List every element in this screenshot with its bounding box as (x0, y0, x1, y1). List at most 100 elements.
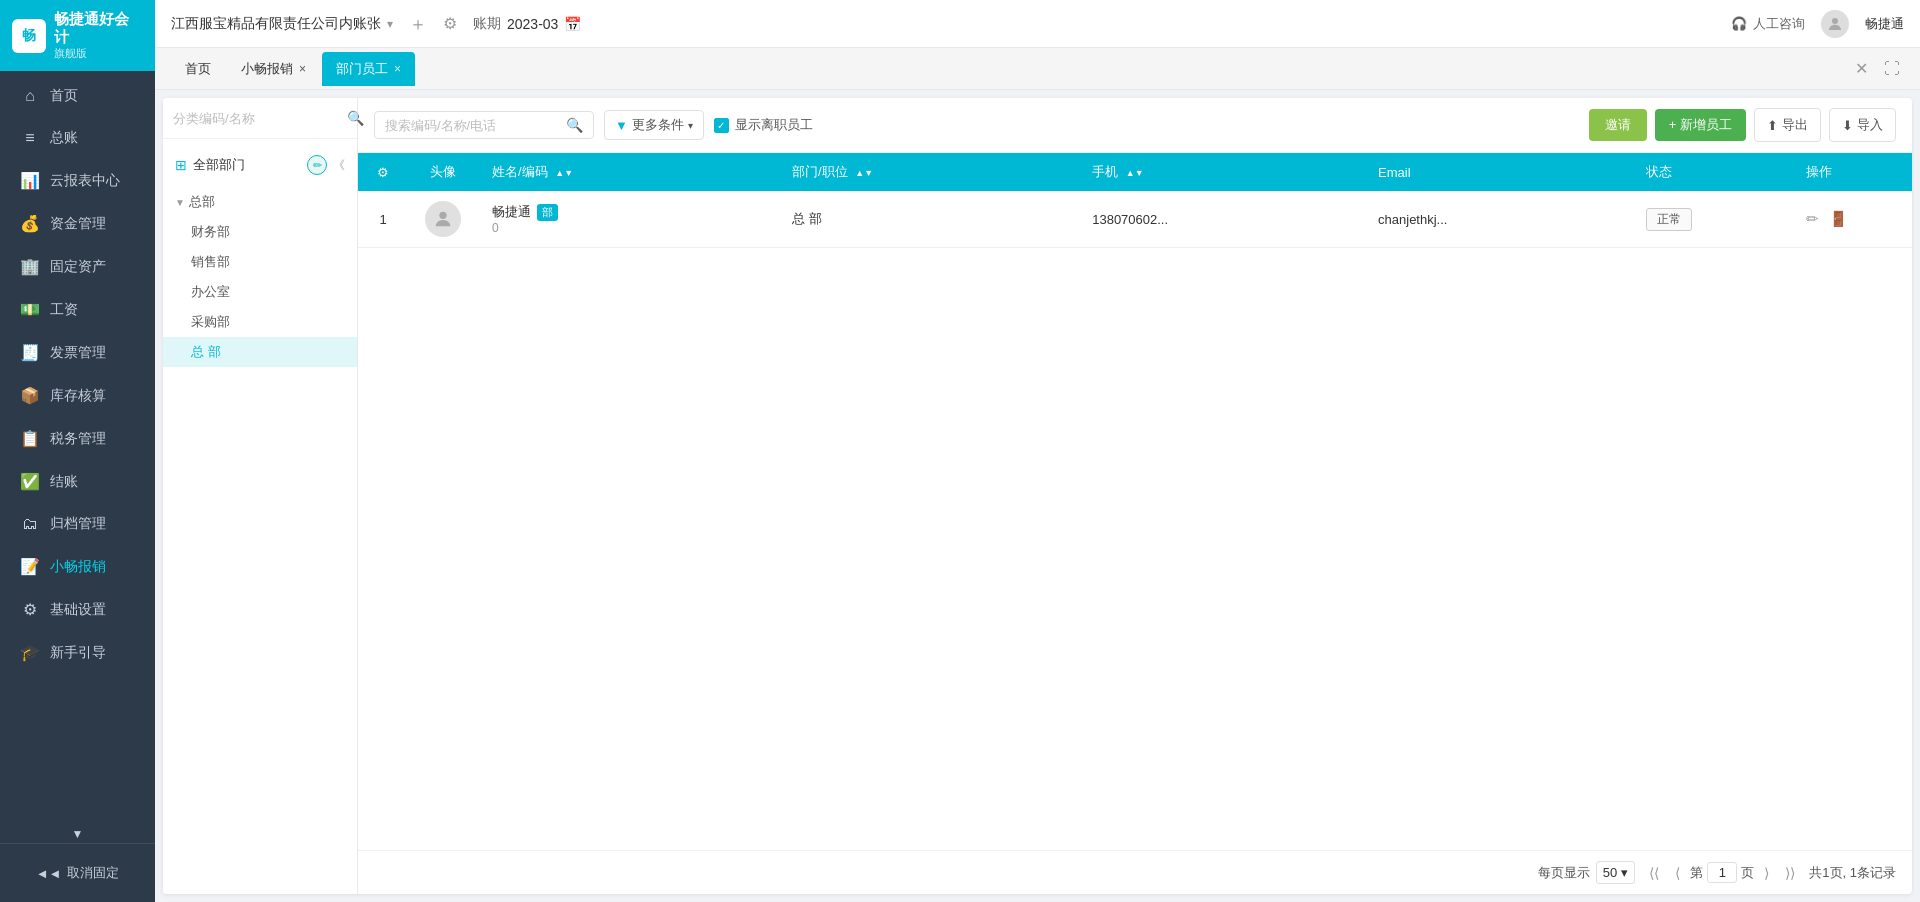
topbar-right: 🎧 人工咨询 畅捷通 (1731, 10, 1904, 38)
row-avatar-cell (408, 191, 478, 248)
add-employee-button[interactable]: + 新增员工 (1655, 109, 1746, 141)
sidebar-item-invoice[interactable]: 🧾 发票管理 (0, 331, 155, 374)
svg-point-0 (1832, 18, 1838, 24)
tab-home-label: 首页 (185, 60, 211, 78)
show-resigned-checkbox[interactable]: ✓ (714, 118, 729, 133)
sidebar-nav: ⌂ 首页 ≡ 总账 📊 云报表中心 💰 资金管理 🏢 固定资产 💵 工资 🧾 发… (0, 71, 155, 825)
scroll-indicator: ▼ (0, 825, 155, 843)
headset-icon: 🎧 (1731, 16, 1747, 31)
calendar-icon[interactable]: 📅 (564, 16, 581, 32)
dept-item-purchase[interactable]: 采购部 (163, 307, 357, 337)
sort-dept-icon[interactable]: ▲▼ (855, 169, 873, 178)
sidebar-item-checkout[interactable]: ✅ 结账 (0, 460, 155, 503)
close-window-button[interactable]: ✕ (1851, 55, 1872, 82)
add-tab-button[interactable]: ＋ (405, 12, 431, 36)
scroll-down-arrow[interactable]: ▼ (72, 827, 84, 841)
status-badge: 正常 (1646, 208, 1692, 231)
filter-arrow: ▾ (688, 120, 693, 131)
tab-employee-close[interactable]: × (394, 62, 401, 76)
inventory-icon: 📦 (20, 386, 40, 405)
dept-item-sales[interactable]: 销售部 (163, 247, 357, 277)
page-size-dropdown[interactable]: 50 ▾ (1596, 861, 1635, 884)
show-resigned-wrap[interactable]: ✓ 显示离职员工 (714, 116, 813, 134)
cancel-pin-button[interactable]: ◄◄ 取消固定 (0, 854, 155, 892)
topbar-settings-icon[interactable]: ⚙ (443, 14, 457, 33)
pagination-controls: ⟨⟨ ⟨ 第 1 页 ⟩ ⟩⟩ (1643, 862, 1801, 883)
import-button[interactable]: ⬇ 导入 (1829, 108, 1896, 142)
dept-tree: ⊞ 全部部门 ✏ 《 ▼ 总部 财务部 销售部 办公室 采购部 总 部 (163, 139, 357, 894)
sidebar-item-settings[interactable]: ⚙ 基础设置 (0, 588, 155, 631)
logo-text-wrap: 畅捷通好会计 旗舰版 (54, 10, 143, 61)
col-name-label: 姓名/编码 (492, 164, 548, 179)
guide-icon: 🎓 (20, 643, 40, 662)
current-page-input[interactable]: 1 (1707, 862, 1737, 883)
edit-employee-button[interactable]: ✏ (1806, 210, 1819, 228)
row-email: chanjethkj... (1364, 191, 1632, 248)
sidebar-item-reports[interactable]: 📊 云报表中心 (0, 159, 155, 202)
sidebar-item-guide[interactable]: 🎓 新手引导 (0, 631, 155, 674)
sidebar-item-home[interactable]: ⌂ 首页 (0, 75, 155, 117)
sidebar-item-label: 结账 (50, 473, 78, 491)
sidebar-item-archive[interactable]: 🗂 归档管理 (0, 503, 155, 545)
sidebar-item-xiaochang[interactable]: 📝 小畅报销 (0, 545, 155, 588)
human-service-button[interactable]: 🎧 人工咨询 (1731, 15, 1805, 33)
tab-home[interactable]: 首页 (171, 52, 225, 86)
last-page-button[interactable]: ⟩⟩ (1779, 863, 1801, 883)
row-index: 1 (358, 191, 408, 248)
col-dept[interactable]: 部门/职位 ▲▼ (778, 153, 1078, 191)
first-page-button[interactable]: ⟨⟨ (1643, 863, 1665, 883)
prev-page-button[interactable]: ⟨ (1669, 863, 1686, 883)
page-suffix: 页 (1741, 864, 1754, 882)
col-action-label: 操作 (1806, 164, 1832, 179)
tab-xiaochang[interactable]: 小畅报销 × (227, 52, 320, 86)
emp-dept-badge: 部 (537, 204, 558, 221)
sidebar-item-tax[interactable]: 📋 税务管理 (0, 417, 155, 460)
sidebar-item-assets[interactable]: 🏢 固定资产 (0, 245, 155, 288)
employee-avatar (425, 201, 461, 237)
dept-item-finance[interactable]: 财务部 (163, 217, 357, 247)
sidebar-logo[interactable]: 畅 畅捷通好会计 旗舰版 (0, 0, 155, 71)
col-phone[interactable]: 手机 ▲▼ (1078, 153, 1364, 191)
dept-collapse-icon[interactable]: 《 (333, 157, 345, 174)
company-dropdown-icon: ▾ (387, 17, 393, 31)
pin-left-arrow: ◄◄ (36, 866, 62, 881)
dept-group-header[interactable]: ▼ 总部 (163, 187, 357, 217)
sort-name-icon[interactable]: ▲▼ (555, 169, 573, 178)
dept-item-office[interactable]: 办公室 (163, 277, 357, 307)
export-button[interactable]: ⬆ 导出 (1754, 108, 1821, 142)
dept-search-input[interactable] (173, 111, 341, 126)
sort-phone-icon[interactable]: ▲▼ (1126, 169, 1144, 178)
company-selector[interactable]: 江西服宝精品有限责任公司内账张 ▾ (171, 15, 393, 33)
sidebar-item-ledger[interactable]: ≡ 总账 (0, 117, 155, 159)
emp-search-input[interactable] (385, 118, 560, 133)
dept-grid-icon: ⊞ (175, 157, 187, 173)
sidebar-item-inventory[interactable]: 📦 库存核算 (0, 374, 155, 417)
next-page-button[interactable]: ⟩ (1758, 863, 1775, 883)
expand-window-button[interactable]: ⛶ (1880, 56, 1904, 82)
row-phone: 138070602... (1078, 191, 1364, 248)
import-icon: ⬇ (1842, 118, 1853, 133)
col-name-code[interactable]: 姓名/编码 ▲▼ (478, 153, 778, 191)
col-settings[interactable]: ⚙ (358, 153, 408, 191)
sidebar-item-capital[interactable]: 💰 资金管理 (0, 202, 155, 245)
tax-icon: 📋 (20, 429, 40, 448)
export-label: 导出 (1782, 116, 1808, 134)
page-size-value: 50 (1603, 865, 1617, 880)
sidebar-item-label: 固定资产 (50, 258, 106, 276)
invite-button[interactable]: 邀请 (1589, 109, 1647, 141)
reports-icon: 📊 (20, 171, 40, 190)
emp-search-icon[interactable]: 🔍 (566, 117, 583, 133)
dept-all-item[interactable]: ⊞ 全部部门 ✏ 《 (163, 147, 357, 183)
col-email: Email (1364, 153, 1632, 191)
sidebar-item-salary[interactable]: 💵 工资 (0, 288, 155, 331)
emp-filter-button[interactable]: ▼ 更多条件 ▾ (604, 110, 704, 140)
tab-employee[interactable]: 部门员工 × (322, 52, 415, 86)
dept-edit-badge[interactable]: ✏ (307, 155, 327, 175)
tab-xiaochang-close[interactable]: × (299, 62, 306, 76)
delete-employee-button[interactable]: 🚪 (1829, 210, 1848, 228)
tab-employee-label: 部门员工 (336, 60, 388, 78)
col-avatar: 头像 (408, 153, 478, 191)
dept-item-general[interactable]: 总 部 (163, 337, 357, 367)
period-selector[interactable]: 账期 2023-03 📅 (473, 15, 581, 33)
username-label[interactable]: 畅捷通 (1865, 15, 1904, 33)
